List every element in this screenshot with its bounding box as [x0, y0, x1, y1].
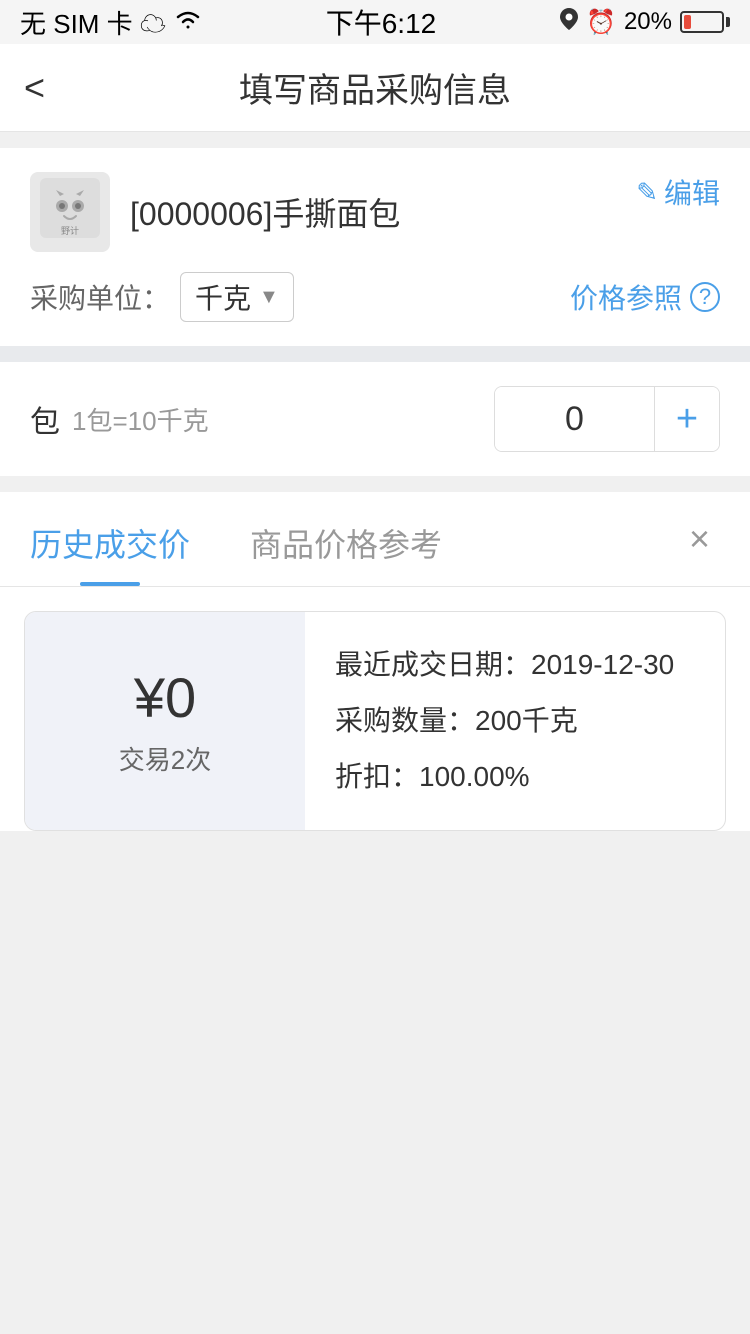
quantity-row: 包 1包=10千克 0 +: [0, 362, 750, 476]
quantity-left: 包 1包=10千克: [30, 397, 209, 441]
trade-quantity-label: 采购数量：: [335, 705, 475, 736]
trade-discount-label: 折扣：: [335, 761, 419, 792]
product-info-left: 野计 [0000006]手撕面包: [30, 172, 400, 252]
edit-icon: ✎: [636, 177, 658, 208]
wifi-icon: [174, 7, 202, 38]
unit-dropdown-arrow: ▼: [259, 286, 279, 309]
quantity-display[interactable]: 0: [495, 387, 655, 451]
quantity-conversion: 1包=10千克: [72, 401, 209, 438]
edit-button[interactable]: ✎ 编辑: [636, 172, 720, 212]
product-header: 野计 [0000006]手撕面包 ✎ 编辑: [30, 172, 720, 252]
trade-date-value: 2019-12-30: [531, 649, 674, 680]
status-right: ⏰ 20%: [560, 8, 730, 37]
tab-price-ref[interactable]: 商品价格参考: [250, 492, 442, 586]
back-button[interactable]: <: [24, 67, 45, 109]
unit-select[interactable]: 千克 ▼: [180, 272, 294, 322]
price-ref-button[interactable]: 价格参照 ?: [570, 277, 720, 317]
price-ref-label: 价格参照: [570, 277, 682, 317]
quantity-input-group: 0 +: [494, 386, 720, 452]
trade-detail-date: 最近成交日期：2019-12-30: [335, 644, 695, 686]
status-left: 无 SIM 卡 ☁: [20, 4, 202, 41]
tabs-header: 历史成交价 商品价格参考 ×: [0, 492, 750, 587]
section-divider: [0, 346, 750, 362]
status-bar: 无 SIM 卡 ☁ 下午6:12 ⏰ 20%: [0, 0, 750, 44]
clock-icon: ⏰: [586, 8, 616, 37]
quantity-plus-button[interactable]: +: [655, 387, 719, 451]
trade-discount-value: 100.00%: [419, 761, 530, 792]
trade-detail-quantity: 采购数量：200千克: [335, 700, 695, 742]
trade-left-panel: ¥0 交易2次: [25, 612, 305, 830]
edit-label: 编辑: [664, 172, 720, 212]
svg-text:野计: 野计: [61, 225, 79, 236]
trade-price-yen: ¥: [134, 666, 165, 729]
location-icon: [560, 8, 578, 37]
tabs-close-button[interactable]: ×: [679, 508, 720, 570]
product-unit-row: 采购单位： 千克 ▼ 价格参照 ?: [30, 272, 720, 322]
unit-label: 采购单位：: [30, 277, 170, 317]
tab-price-ref-label: 商品价格参考: [250, 527, 442, 563]
page-title: 填写商品采购信息: [239, 63, 511, 112]
trade-card: ¥0 交易2次 最近成交日期：2019-12-30 采购数量：200千克 折扣：…: [24, 611, 726, 831]
tab-history-price[interactable]: 历史成交价: [30, 492, 190, 586]
tabs-container: 历史成交价 商品价格参考 × ¥0 交易2次 最近成交日期：2019-12-30: [0, 492, 750, 831]
battery-icon: [680, 11, 730, 33]
trade-price-num: 0: [165, 666, 196, 729]
tabs-list: 历史成交价 商品价格参考: [30, 492, 442, 586]
main-content: 历史成交价 商品价格参考 × ¥0 交易2次 最近成交日期：2019-12-30: [0, 492, 750, 1092]
trade-date-label: 最近成交日期：: [335, 649, 531, 680]
tab-history-price-label: 历史成交价: [30, 527, 190, 563]
nav-bar: < 填写商品采购信息: [0, 44, 750, 132]
sim-status: 无 SIM 卡 ☁: [20, 4, 166, 41]
product-name: [0000006]手撕面包: [130, 189, 400, 235]
price-ref-icon: ?: [690, 282, 720, 312]
trade-price: ¥0: [134, 665, 196, 730]
product-card: 野计 [0000006]手撕面包 ✎ 编辑 采购单位： 千克 ▼ 价格参照 ?: [0, 148, 750, 346]
battery-percent: 20%: [624, 8, 672, 36]
trade-right-panel: 最近成交日期：2019-12-30 采购数量：200千克 折扣：100.00%: [305, 612, 725, 830]
trade-quantity-value: 200千克: [475, 705, 578, 736]
unit-value: 千克: [195, 277, 251, 317]
product-thumbnail: 野计: [30, 172, 110, 252]
product-thumbnail-icon: 野计: [40, 178, 100, 247]
trade-detail-discount: 折扣：100.00%: [335, 756, 695, 798]
status-time: 下午6:12: [326, 2, 437, 42]
trade-count: 交易2次: [119, 740, 211, 777]
quantity-unit: 包: [30, 397, 60, 441]
